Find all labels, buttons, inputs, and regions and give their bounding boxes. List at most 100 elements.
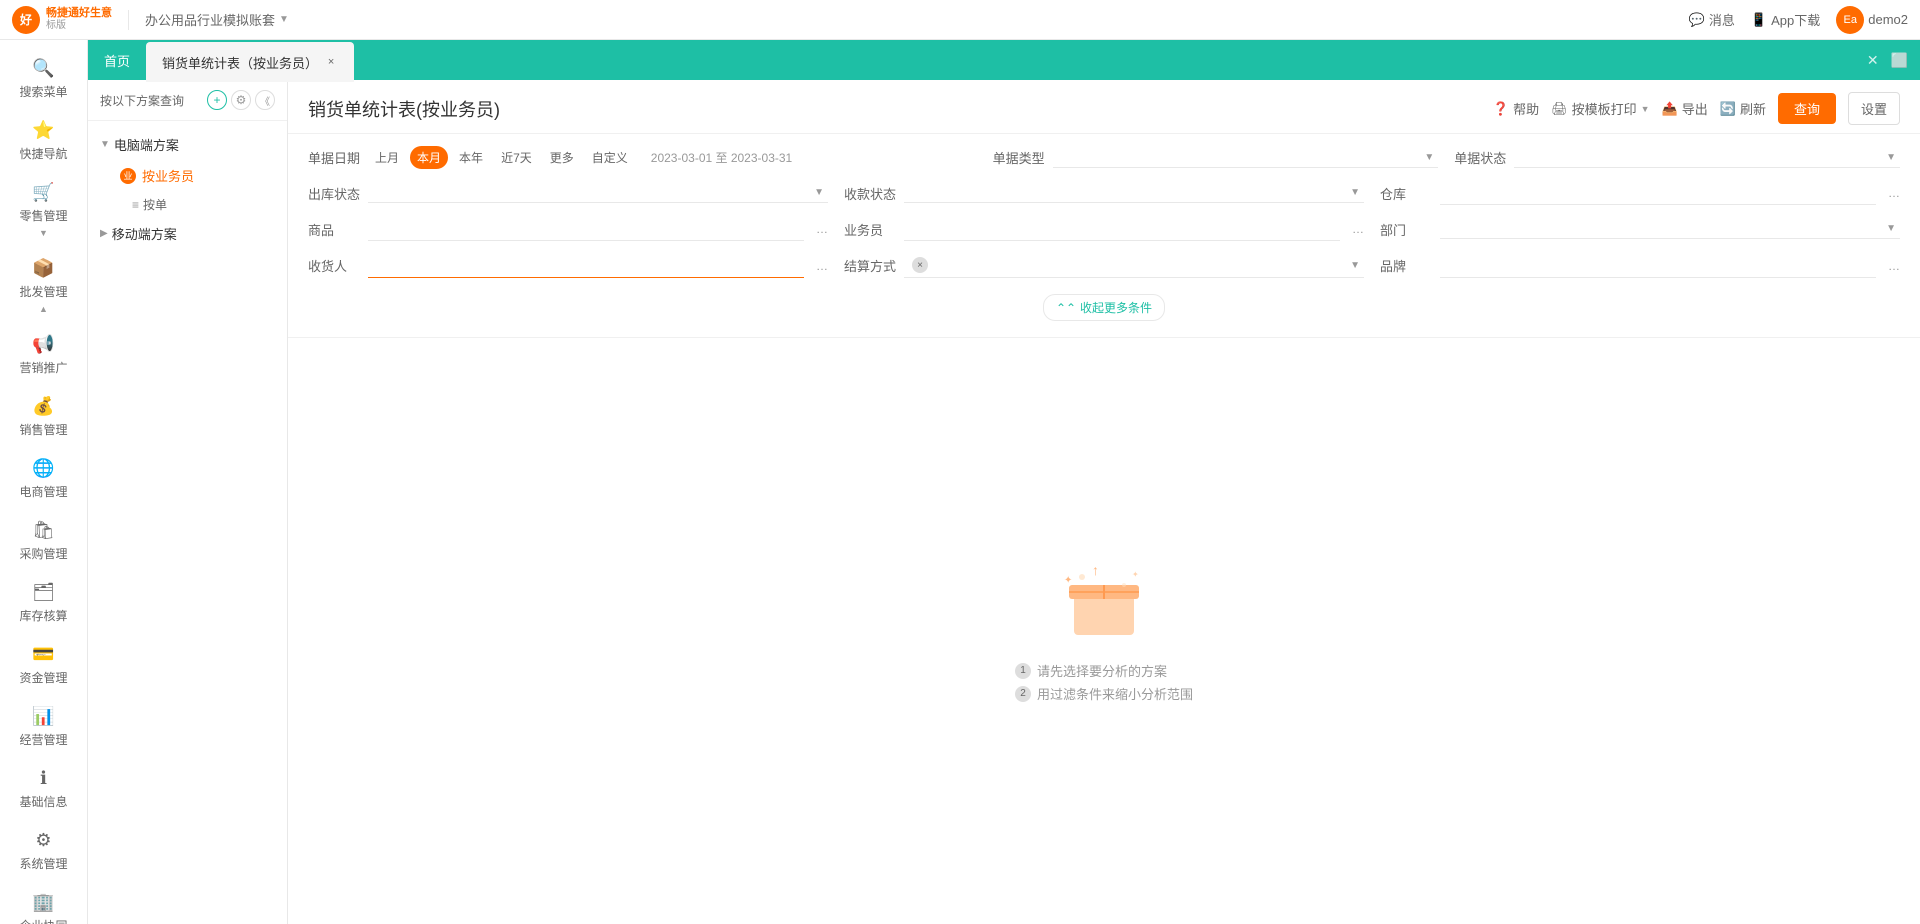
scheme-item-salesman[interactable]: 业 按业务员 bbox=[88, 160, 287, 191]
ecommerce-icon: 🌐 bbox=[32, 458, 54, 479]
page-actions: ❓ 帮助 🖨 按模板打印 ▼ 📤 导出 🔄 bbox=[1493, 92, 1900, 125]
filter-brand-more[interactable]: … bbox=[1888, 259, 1900, 273]
filter-item-date: 单据日期 上月 本月 本年 近7天 更多 自定义 2023-03-01 至 20… bbox=[308, 146, 977, 169]
scheme-group-label: 电脑端方案 bbox=[114, 135, 179, 154]
date-btn-this-year[interactable]: 本年 bbox=[452, 146, 490, 169]
filter-consignee-input[interactable] bbox=[368, 254, 804, 278]
filter-consignee-more[interactable]: … bbox=[816, 259, 828, 273]
filter-warehouse-input[interactable] bbox=[1440, 181, 1876, 205]
sidebar-item-search[interactable]: 🔍 搜索菜单 bbox=[0, 48, 87, 110]
tab-close-btn[interactable]: × bbox=[324, 55, 338, 69]
scheme-group-mobile: ▶ 移动端方案 bbox=[88, 218, 287, 249]
user-menu[interactable]: Ea demo2 bbox=[1836, 6, 1908, 34]
sidebar-item-label: 销售管理 bbox=[19, 421, 67, 438]
sidebar-item-finance[interactable]: 💳 资金管理 bbox=[0, 634, 87, 696]
empty-illustration: ✦ ✦ ↑ bbox=[1054, 555, 1154, 645]
message-icon: 💬 bbox=[1689, 12, 1705, 28]
filter-item-outstatus: 出库状态 ▼ bbox=[308, 183, 828, 203]
filter-goods-input[interactable] bbox=[368, 217, 804, 241]
logo-text: 畅捷通好生意 标版 bbox=[46, 7, 112, 32]
date-btn-last-month[interactable]: 上月 bbox=[368, 146, 406, 169]
refresh-btn[interactable]: 🔄 刷新 bbox=[1720, 99, 1766, 118]
app-selector[interactable]: 办公用品行业模拟账套 ▼ bbox=[145, 10, 289, 29]
chevron-down-icon: ▼ bbox=[1886, 223, 1896, 234]
enterprise-icon: 🏢 bbox=[32, 892, 54, 913]
sidebar-item-shortcut[interactable]: ⭐ 快捷导航 bbox=[0, 110, 87, 172]
tab-active[interactable]: 销货单统计表（按业务员） × bbox=[146, 42, 354, 82]
sidebar-item-purchase[interactable]: 🛍 采购管理 bbox=[0, 510, 87, 572]
scheme-item-icon: 业 bbox=[120, 168, 136, 184]
filter-salesman-more[interactable]: … bbox=[1352, 222, 1364, 236]
main-area: 销货单统计表(按业务员) ❓ 帮助 🖨 按模板打印 ▼ 📤 bbox=[288, 80, 1920, 924]
settlement-tag-close[interactable]: × bbox=[912, 257, 928, 273]
sidebar-item-wholesale[interactable]: 📦 批发管理 ▲ bbox=[0, 248, 87, 324]
sidebar: 🔍 搜索菜单 ⭐ 快捷导航 🛒 零售管理 ▼ 📦 批发管理 ▲ 📢 营销推广 💰… bbox=[0, 40, 88, 924]
sidebar-item-basic[interactable]: ℹ 基础信息 bbox=[0, 758, 87, 820]
sidebar-item-marketing[interactable]: 📢 营销推广 bbox=[0, 324, 87, 386]
filter-goods-more[interactable]: … bbox=[816, 222, 828, 236]
content-area: 首页 销货单统计表（按业务员） × ✕ ⬜ 按以下方案查询 + ⚙ 《 bbox=[88, 40, 1920, 924]
app-download-btn[interactable]: 📱 App下载 bbox=[1751, 10, 1820, 29]
page-title: 销货单统计表(按业务员) bbox=[308, 96, 500, 122]
empty-state: ✦ ✦ ↑ 1 请先选择要分析的方案 bbox=[288, 338, 1920, 924]
marketing-icon: 📢 bbox=[32, 334, 54, 355]
filter-brand-input[interactable] bbox=[1440, 254, 1876, 278]
filter-status-select[interactable]: ▼ bbox=[1514, 148, 1900, 168]
search-icon: 🔍 bbox=[32, 58, 54, 79]
filter-item-status: 单据状态 ▼ bbox=[1454, 148, 1900, 168]
filter-item-payment: 收款状态 ▼ bbox=[844, 183, 1364, 203]
help-icon: ❓ bbox=[1493, 101, 1509, 117]
filter-type-select[interactable]: ▼ bbox=[1053, 148, 1439, 168]
basic-icon: ℹ bbox=[40, 768, 47, 789]
scheme-settings-btn[interactable]: ⚙ bbox=[231, 90, 251, 110]
filter-type-label: 单据类型 bbox=[993, 148, 1045, 167]
sidebar-item-retail[interactable]: 🛒 零售管理 ▼ bbox=[0, 172, 87, 248]
message-btn[interactable]: 💬 消息 bbox=[1689, 10, 1735, 29]
sidebar-item-enterprise[interactable]: 🏢 企业协同 bbox=[0, 882, 87, 924]
filter-warehouse-more[interactable]: … bbox=[1888, 186, 1900, 200]
sidebar-item-label: 搜索菜单 bbox=[19, 83, 67, 100]
filter-item-brand: 品牌 … bbox=[1380, 254, 1900, 278]
filter-dept-select[interactable]: ▼ bbox=[1440, 219, 1900, 239]
filter-item-warehouse: 仓库 … bbox=[1380, 181, 1900, 205]
hint-num-1: 1 bbox=[1015, 663, 1031, 679]
sidebar-item-inventory[interactable]: 🗂 库存核算 bbox=[0, 572, 87, 634]
sidebar-item-ecommerce[interactable]: 🌐 电商管理 bbox=[0, 448, 87, 510]
filter-salesman-input[interactable] bbox=[904, 217, 1340, 241]
filter-brand-label: 品牌 bbox=[1380, 256, 1432, 275]
query-btn[interactable]: 查询 bbox=[1778, 93, 1836, 124]
date-btn-7days[interactable]: 近7天 bbox=[494, 146, 539, 169]
template-print-btn[interactable]: 🖨 按模板打印 ▼ bbox=[1551, 99, 1649, 118]
filter-outstatus-select[interactable]: ▼ bbox=[368, 183, 828, 203]
filter-settlement-select[interactable]: × ▼ bbox=[904, 253, 1364, 278]
date-btn-this-month[interactable]: 本月 bbox=[410, 146, 448, 169]
settings-btn[interactable]: 设置 bbox=[1848, 92, 1900, 125]
help-btn[interactable]: ❓ 帮助 bbox=[1493, 99, 1539, 118]
sidebar-item-sales[interactable]: 💰 销售管理 bbox=[0, 386, 87, 448]
filter-payment-select[interactable]: ▼ bbox=[904, 183, 1364, 203]
mobile-icon: 📱 bbox=[1751, 12, 1767, 28]
scheme-add-btn[interactable]: + bbox=[207, 90, 227, 110]
tab-home[interactable]: 首页 bbox=[88, 40, 146, 80]
scheme-group-header-mobile[interactable]: ▶ 移动端方案 bbox=[88, 218, 287, 249]
filter-item-consignee: 收货人 … bbox=[308, 254, 828, 278]
main-layout: 🔍 搜索菜单 ⭐ 快捷导航 🛒 零售管理 ▼ 📦 批发管理 ▲ 📢 营销推广 💰… bbox=[0, 40, 1920, 924]
filter-item-type: 单据类型 ▼ bbox=[993, 148, 1439, 168]
date-btn-more[interactable]: 更多 bbox=[543, 146, 581, 169]
tab-maximize-btn[interactable]: ⬜ bbox=[1887, 48, 1912, 73]
svg-text:↑: ↑ bbox=[1092, 562, 1099, 578]
sidebar-item-operation[interactable]: 📊 经营管理 bbox=[0, 696, 87, 758]
date-btn-custom[interactable]: 自定义 bbox=[585, 146, 635, 169]
filter-dept-label: 部门 bbox=[1380, 220, 1432, 239]
export-btn[interactable]: 📤 导出 bbox=[1662, 99, 1708, 118]
scheme-collapse-btn[interactable]: 《 bbox=[255, 90, 275, 110]
collapse-btn[interactable]: ⌃⌃ 收起更多条件 bbox=[1043, 294, 1165, 321]
filter-salesman-label: 业务员 bbox=[844, 220, 896, 239]
sidebar-item-label: 系统管理 bbox=[19, 855, 67, 872]
scheme-tree: ▼ 电脑端方案 业 按业务员 ≡ 按单 bbox=[88, 121, 287, 257]
filter-settlement-label: 结算方式 bbox=[844, 256, 896, 275]
tab-close-window-btn[interactable]: ✕ bbox=[1863, 48, 1883, 73]
sidebar-item-system[interactable]: ⚙ 系统管理 bbox=[0, 820, 87, 882]
scheme-sub-item-order[interactable]: ≡ 按单 bbox=[88, 191, 287, 218]
scheme-group-header-desktop[interactable]: ▼ 电脑端方案 bbox=[88, 129, 287, 160]
